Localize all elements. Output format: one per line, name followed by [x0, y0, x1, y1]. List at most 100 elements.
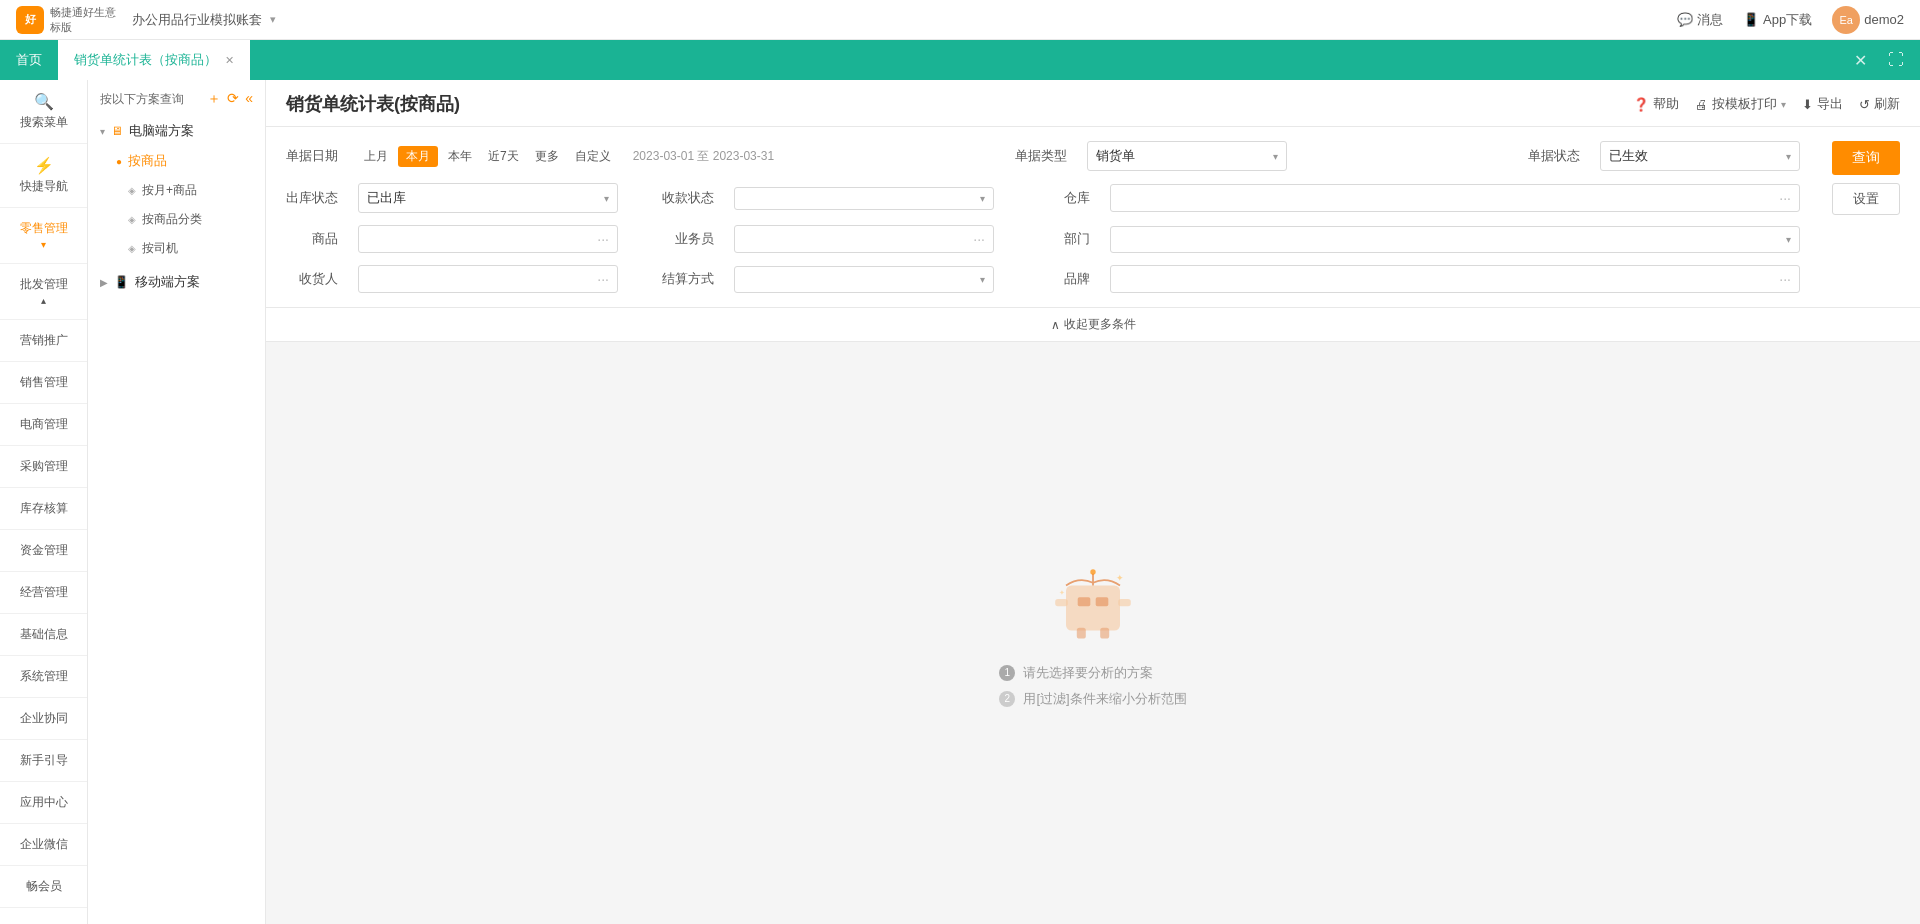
sidebar-item-system[interactable]: 系统管理: [0, 656, 87, 698]
pc-icon: 🖥: [111, 124, 123, 138]
receive-status-select[interactable]: ▾: [734, 187, 994, 210]
sidebar-item-enterprise[interactable]: 企业协同: [0, 698, 87, 740]
date-filter-row: 单据日期 上月 本月 本年 近7天 更多 自定义 2023-03-01 至 20…: [286, 141, 1800, 171]
step-1-number: 1: [999, 665, 1015, 681]
data-area: ✦ ✦ 1 请先选择要分析的方案 2 用[过滤]条件来缩小分析范围: [266, 342, 1920, 924]
app-title: 办公用品行业模拟账套: [132, 11, 262, 29]
payment-label: 结算方式: [662, 270, 714, 288]
scheme-group-pc-header[interactable]: ▾ 🖥 电脑端方案: [88, 116, 265, 146]
sidebar-item-shortcut[interactable]: ⚡ 快捷导航: [0, 144, 87, 208]
warehouse-select[interactable]: ···: [1110, 184, 1800, 212]
scheme-item-by-product[interactable]: ● 按商品: [88, 146, 265, 176]
brand-select[interactable]: ···: [1110, 265, 1800, 293]
svg-rect-6: [1100, 628, 1109, 639]
message-button[interactable]: 💬 消息: [1677, 11, 1723, 29]
app-download-button[interactable]: 📱 App下载: [1743, 11, 1812, 29]
goods-dots-icon[interactable]: ···: [597, 231, 609, 247]
scheme-group-mobile-header[interactable]: ▶ 📱 移动端方案: [88, 267, 265, 297]
refresh-scheme-icon[interactable]: ⟳: [227, 90, 239, 108]
scheme-sub-icon1: ◈: [128, 185, 136, 196]
step-2-number: 2: [999, 691, 1015, 707]
date-tab-this-year[interactable]: 本年: [442, 146, 478, 167]
chevron-right-icon: ▶: [100, 277, 108, 288]
main-content: 销货单统计表(按商品) ❓ 帮助 🖨 按模板打印 ▾ ⬇ 导出: [266, 80, 1920, 924]
tab-home[interactable]: 首页: [0, 40, 58, 80]
sidebar-item-wholesale[interactable]: 批发管理 ▴: [0, 264, 87, 320]
wholesale-arrow: ▴: [41, 295, 46, 306]
sidebar-item-inventory[interactable]: 库存核算: [0, 488, 87, 530]
salesman-dots-icon[interactable]: ···: [973, 231, 985, 247]
query-button[interactable]: 查询: [1832, 141, 1900, 175]
doc-type-select[interactable]: 销货单 ▾: [1087, 141, 1287, 171]
sidebar-item-retail[interactable]: 零售管理 ▾: [0, 208, 87, 264]
sidebar-item-finance[interactable]: 资金管理: [0, 530, 87, 572]
receiver-dots-icon[interactable]: ···: [597, 271, 609, 287]
sidebar-item-marketing[interactable]: 营销推广: [0, 320, 87, 362]
topbar-left: 好 畅捷通好生意 标版 办公用品行业模拟账套 ▾: [16, 5, 276, 34]
export-button[interactable]: ⬇ 导出: [1802, 95, 1843, 113]
chevron-up-icon: ∧: [1051, 318, 1060, 332]
avatar: Ea: [1832, 6, 1860, 34]
logo-area: 好 畅捷通好生意 标版: [16, 5, 116, 34]
filter-row-2: 出库状态 已出库 ▾ 收款状态 ▾: [286, 183, 1800, 213]
logo-icon: 好: [16, 6, 44, 34]
sidebar-item-apps[interactable]: 应用中心: [0, 782, 87, 824]
sidebar-item-member[interactable]: 畅会员: [0, 866, 87, 908]
dept-select[interactable]: ▾: [1110, 226, 1800, 253]
sidebar-item-wechat[interactable]: 企业微信: [0, 824, 87, 866]
date-tab-more[interactable]: 更多: [529, 146, 565, 167]
warehouse-label: 仓库: [1038, 189, 1090, 207]
sidebar-item-ecommerce[interactable]: 电商管理: [0, 404, 87, 446]
print-arrow-icon: ▾: [1781, 99, 1786, 110]
dept-arrow-icon: ▾: [1786, 234, 1791, 245]
svg-rect-5: [1077, 628, 1086, 639]
main-layout: 🔍 搜索菜单 ⚡ 快捷导航 零售管理 ▾ 批发管理 ▴ 营销推广 销售管理 电商…: [0, 80, 1920, 924]
date-tab-7days[interactable]: 近7天: [482, 146, 525, 167]
brand-dots-icon[interactable]: ···: [1779, 271, 1791, 287]
maximize-icon[interactable]: ⛶: [1882, 46, 1910, 74]
page-header: 销货单统计表(按商品) ❓ 帮助 🖨 按模板打印 ▾ ⬇ 导出: [266, 80, 1920, 127]
sidebar-item-search[interactable]: 🔍 搜索菜单: [0, 80, 87, 144]
svg-point-4: [1090, 569, 1095, 574]
sidebar-item-basic[interactable]: 基础信息: [0, 614, 87, 656]
collapse-bar[interactable]: ∧ 收起更多条件: [266, 308, 1920, 342]
warehouse-dots-icon[interactable]: ···: [1779, 190, 1791, 206]
close-window-icon[interactable]: ✕: [1846, 46, 1874, 74]
receiver-select[interactable]: ···: [358, 265, 618, 293]
sidebar-item-operations[interactable]: 经营管理: [0, 572, 87, 614]
tab-report[interactable]: 销货单统计表（按商品） ✕: [58, 40, 250, 80]
page-title: 销货单统计表(按商品): [286, 92, 460, 116]
sidebar-item-sales[interactable]: 销售管理: [0, 362, 87, 404]
scheme-group-mobile: ▶ 📱 移动端方案: [88, 267, 265, 297]
refresh-button[interactable]: ↺ 刷新: [1859, 95, 1900, 113]
dept-label: 部门: [1038, 230, 1090, 248]
tab-close-icon[interactable]: ✕: [225, 54, 234, 67]
settings-button[interactable]: 设置: [1832, 183, 1900, 215]
sidebar-item-guide[interactable]: 新手引导: [0, 740, 87, 782]
phone-icon: 📱: [1743, 12, 1759, 27]
message-icon: 💬: [1677, 12, 1693, 27]
user-menu[interactable]: Ea demo2: [1832, 6, 1904, 34]
sidebar-item-purchase[interactable]: 采购管理: [0, 446, 87, 488]
collapse-scheme-icon[interactable]: «: [245, 90, 253, 108]
scheme-sub-icon2: ◈: [128, 214, 136, 225]
help-button[interactable]: ❓ 帮助: [1633, 95, 1679, 113]
out-status-select[interactable]: 已出库 ▾: [358, 183, 618, 213]
goods-select[interactable]: ···: [358, 225, 618, 253]
date-tab-last-month[interactable]: 上月: [358, 146, 394, 167]
date-tab-custom[interactable]: 自定义: [569, 146, 617, 167]
payment-select[interactable]: ▾: [734, 266, 994, 293]
refresh-icon: ↺: [1859, 97, 1870, 112]
doc-status-select[interactable]: 已生效 ▾: [1600, 141, 1800, 171]
print-button[interactable]: 🖨 按模板打印 ▾: [1695, 95, 1786, 113]
app-title-arrow[interactable]: ▾: [270, 13, 276, 26]
scheme-item-month-product[interactable]: ◈ 按月+商品: [88, 176, 265, 205]
add-scheme-icon[interactable]: ＋: [207, 90, 221, 108]
svg-text:✦: ✦: [1116, 573, 1124, 583]
export-icon: ⬇: [1802, 97, 1813, 112]
date-tab-this-month[interactable]: 本月: [398, 146, 438, 167]
salesman-select[interactable]: ···: [734, 225, 994, 253]
scheme-item-product-category[interactable]: ◈ 按商品分类: [88, 205, 265, 234]
receiver-label: 收货人: [286, 270, 338, 288]
scheme-item-driver[interactable]: ◈ 按司机: [88, 234, 265, 263]
